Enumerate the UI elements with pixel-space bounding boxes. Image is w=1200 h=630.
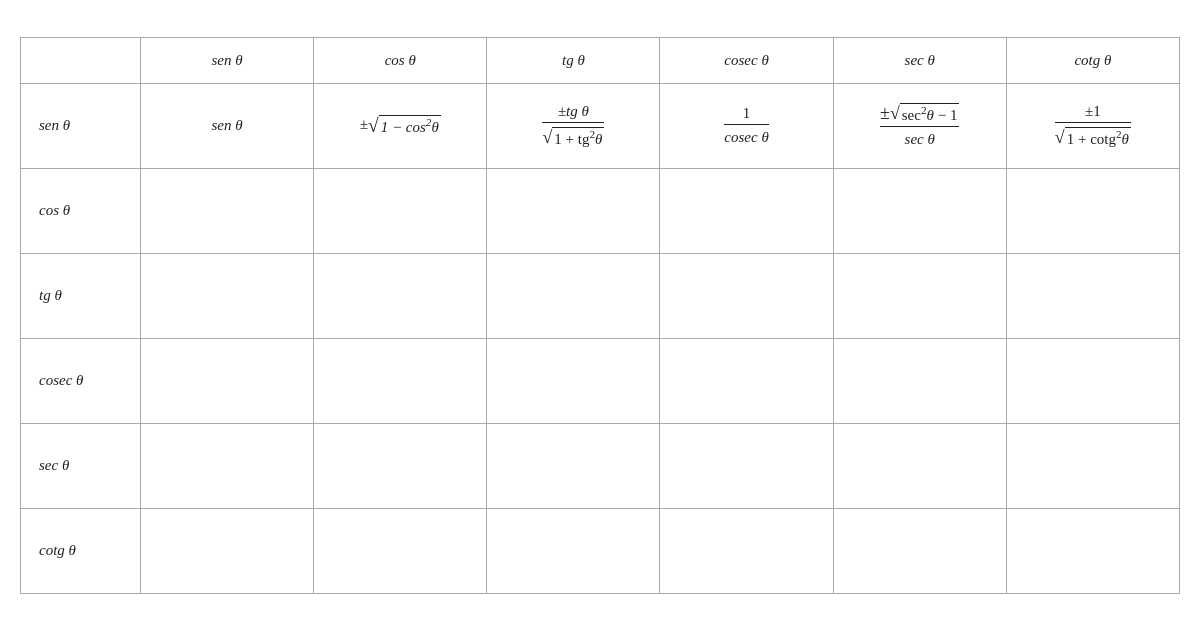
cell-tg-tg: [487, 253, 660, 338]
header-cosec: cosec θ: [660, 37, 833, 83]
header-sec: sec θ: [833, 37, 1006, 83]
row-label-cotg: cotg θ: [21, 508, 141, 593]
row-cosec: cosec θ: [21, 338, 1180, 423]
header-tg: tg θ: [487, 37, 660, 83]
cell-sec-cos: [314, 423, 487, 508]
cell-cosec-cotg: [1006, 338, 1179, 423]
cell-cos-sen: [141, 168, 314, 253]
header-row: sen θ cos θ tg θ cosec θ sec θ cotg θ: [21, 37, 1180, 83]
cell-tg-sen: [141, 253, 314, 338]
cell-sec-cotg: [1006, 423, 1179, 508]
cell-cos-cotg: [1006, 168, 1179, 253]
cell-cosec-cos: [314, 338, 487, 423]
cell-cotg-cosec: [660, 508, 833, 593]
cell-sen-cos: ± √1 − cos2θ: [314, 83, 487, 168]
row-cotg: cotg θ: [21, 508, 1180, 593]
cell-sec-sen: [141, 423, 314, 508]
cell-tg-cos: [314, 253, 487, 338]
cell-cos-cosec: [660, 168, 833, 253]
cell-cosec-tg: [487, 338, 660, 423]
cell-sec-sec: [833, 423, 1006, 508]
row-label-cosec: cosec θ: [21, 338, 141, 423]
cell-cosec-sec: [833, 338, 1006, 423]
cell-cotg-cotg: [1006, 508, 1179, 593]
header-cos: cos θ: [314, 37, 487, 83]
row-tg: tg θ: [21, 253, 1180, 338]
header-sen: sen θ: [141, 37, 314, 83]
cell-cosec-cosec: [660, 338, 833, 423]
row-cos: cos θ: [21, 168, 1180, 253]
row-label-sen: sen θ: [21, 83, 141, 168]
row-sen: sen θ sen θ ± √1 − cos2θ ±tg θ √1 + tg2θ: [21, 83, 1180, 168]
cell-cotg-tg: [487, 508, 660, 593]
row-label-tg: tg θ: [21, 253, 141, 338]
row-label-cos: cos θ: [21, 168, 141, 253]
cell-tg-cotg: [1006, 253, 1179, 338]
row-sec: sec θ: [21, 423, 1180, 508]
header-cotg: cotg θ: [1006, 37, 1179, 83]
trig-identity-table: sen θ cos θ tg θ cosec θ sec θ cotg θ se…: [20, 37, 1180, 594]
cell-cos-sec: [833, 168, 1006, 253]
cell-cotg-sec: [833, 508, 1006, 593]
header-empty-cell: [21, 37, 141, 83]
cell-tg-cosec: [660, 253, 833, 338]
cell-tg-sec: [833, 253, 1006, 338]
cell-cosec-sen: [141, 338, 314, 423]
cell-sen-sec: ±√sec2θ − 1 sec θ: [833, 83, 1006, 168]
cell-sen-cosec: 1 cosec θ: [660, 83, 833, 168]
cell-cos-cos: [314, 168, 487, 253]
cell-sec-cosec: [660, 423, 833, 508]
cell-sen-cotg: ±1 √1 + cotg2θ: [1006, 83, 1179, 168]
cell-sen-tg: ±tg θ √1 + tg2θ: [487, 83, 660, 168]
row-label-sec: sec θ: [21, 423, 141, 508]
cell-sen-sen: sen θ: [141, 83, 314, 168]
cell-sec-tg: [487, 423, 660, 508]
cell-cotg-sen: [141, 508, 314, 593]
cell-cotg-cos: [314, 508, 487, 593]
trig-table-wrapper: sen θ cos θ tg θ cosec θ sec θ cotg θ se…: [20, 37, 1180, 594]
cell-cos-tg: [487, 168, 660, 253]
